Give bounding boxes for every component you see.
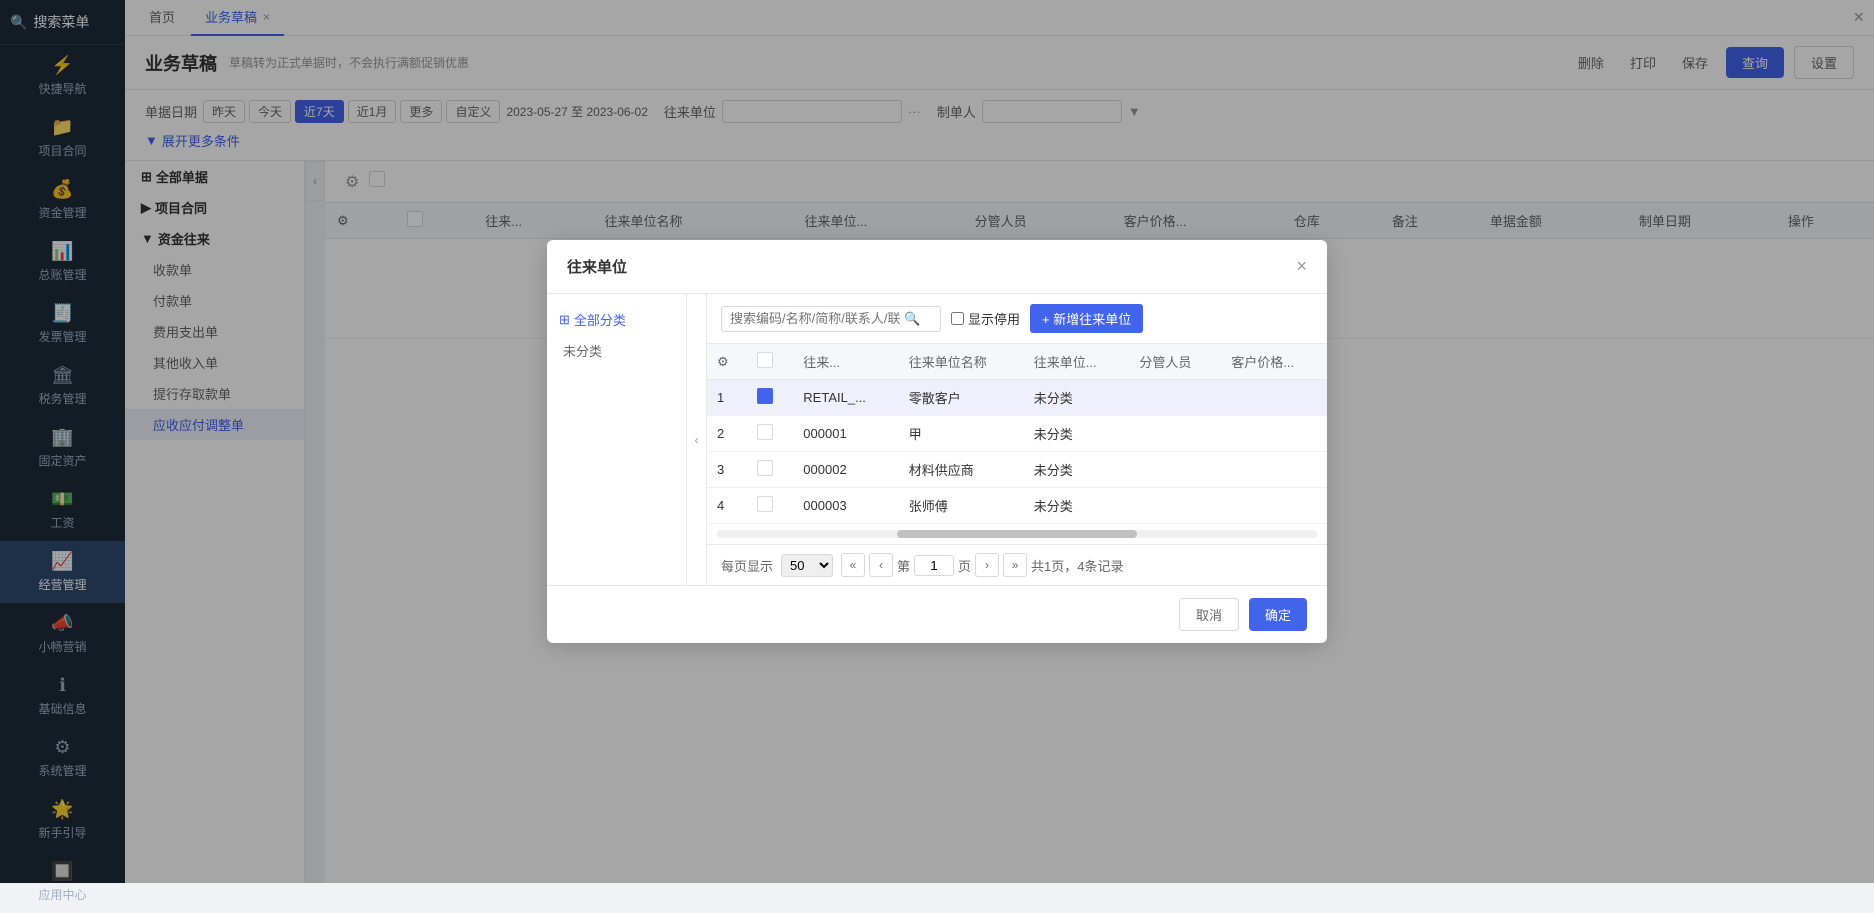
- dialog-table-row-3[interactable]: 3 000002 材料供应商 未分类: [707, 452, 1327, 488]
- dialog-table: ⚙ 往来... 往来单位名称 往来单位... 分管人员 客户价格...: [707, 344, 1327, 524]
- dialog-col-price[interactable]: 客户价格...: [1221, 344, 1327, 380]
- row1-code: RETAIL_...: [793, 380, 898, 416]
- row1-num: 1: [707, 380, 747, 416]
- row4-code: 000003: [793, 488, 898, 524]
- confirm-button[interactable]: 确定: [1249, 598, 1307, 631]
- row1-name: 零散客户: [899, 380, 1024, 416]
- dialog: 往来单位 × ⊞ 全部分类 未分类 ‹: [547, 240, 1327, 643]
- page-last[interactable]: »: [1003, 553, 1027, 577]
- sidebar-item-label: 应用中心: [38, 886, 86, 903]
- page-unit: 页: [958, 556, 971, 575]
- pagination: « ‹ 第 页 › » 共1页，4条记录: [841, 553, 1124, 577]
- dialog-sidebar-all-label: 全部分类: [574, 310, 626, 329]
- grid-icon-dialog: ⊞: [559, 312, 570, 328]
- row3-name: 材料供应商: [899, 452, 1024, 488]
- row3-manager: [1129, 452, 1221, 488]
- dialog-col-check: [747, 344, 793, 380]
- row1-manager: [1129, 380, 1221, 416]
- row3-num: 3: [707, 452, 747, 488]
- row1-category: 未分类: [1024, 380, 1130, 416]
- row4-price: [1221, 488, 1327, 524]
- per-page-select[interactable]: 50 100: [781, 554, 833, 577]
- show-disabled-label: 显示停用: [951, 309, 1020, 328]
- row3-price: [1221, 452, 1327, 488]
- row1-price: [1221, 380, 1327, 416]
- dialog-close-button[interactable]: ×: [1296, 256, 1307, 277]
- dialog-col-manager[interactable]: 分管人员: [1129, 344, 1221, 380]
- new-counterpart-button[interactable]: + 新增往来单位: [1030, 304, 1143, 333]
- row2-check[interactable]: [747, 416, 793, 452]
- row4-manager: [1129, 488, 1221, 524]
- dialog-sidebar-unclassified[interactable]: 未分类: [547, 335, 686, 366]
- dialog-content: 🔍 显示停用 + 新增往来单位 ⚙: [707, 294, 1327, 585]
- scrollbar-thumb: [897, 530, 1137, 538]
- row2-category: 未分类: [1024, 416, 1130, 452]
- dialog-col-settings: ⚙: [707, 344, 747, 380]
- row2-num: 2: [707, 416, 747, 452]
- row4-check[interactable]: [747, 488, 793, 524]
- dialog-title: 往来单位: [567, 256, 627, 277]
- dialog-col-name[interactable]: 往来单位名称: [899, 344, 1024, 380]
- row2-name: 甲: [899, 416, 1024, 452]
- page-prev[interactable]: ‹: [869, 553, 893, 577]
- dialog-sidebar-all[interactable]: ⊞ 全部分类: [547, 304, 686, 335]
- cancel-button[interactable]: 取消: [1179, 598, 1239, 631]
- dialog-table-container: ⚙ 往来... 往来单位名称 往来单位... 分管人员 客户价格...: [707, 344, 1327, 524]
- row4-category: 未分类: [1024, 488, 1130, 524]
- row1-check[interactable]: [747, 380, 793, 416]
- dialog-search-box: 🔍: [721, 306, 941, 332]
- page-word: 第: [897, 556, 910, 575]
- page-total: 共1页，4条记录: [1031, 556, 1123, 575]
- row4-num: 4: [707, 488, 747, 524]
- row3-check[interactable]: [747, 452, 793, 488]
- row2-manager: [1129, 416, 1221, 452]
- dialog-col-category[interactable]: 往来单位...: [1024, 344, 1130, 380]
- per-page-label: 每页显示: [721, 556, 773, 575]
- show-disabled-checkbox[interactable]: [951, 312, 964, 325]
- dialog-body: ⊞ 全部分类 未分类 ‹ 🔍 显示停用: [547, 294, 1327, 585]
- row3-category: 未分类: [1024, 452, 1130, 488]
- page-next[interactable]: ›: [975, 553, 999, 577]
- dialog-overlay: 往来单位 × ⊞ 全部分类 未分类 ‹: [0, 0, 1874, 883]
- row2-code: 000001: [793, 416, 898, 452]
- dialog-sidebar-collapse[interactable]: ‹: [687, 294, 707, 585]
- row3-code: 000002: [793, 452, 898, 488]
- dialog-footer-bar: 每页显示 50 100 « ‹ 第 页 › » 共1页，4条记录: [707, 544, 1327, 585]
- dialog-table-row-1[interactable]: 1 RETAIL_... 零散客户 未分类: [707, 380, 1327, 416]
- dialog-header: 往来单位 ×: [547, 240, 1327, 294]
- dialog-scrollbar[interactable]: [717, 530, 1317, 538]
- dialog-table-row-2[interactable]: 2 000001 甲 未分类: [707, 416, 1327, 452]
- row2-price: [1221, 416, 1327, 452]
- dialog-toolbar: 🔍 显示停用 + 新增往来单位: [707, 294, 1327, 344]
- dialog-sidebar-wrapper: ⊞ 全部分类 未分类 ‹: [547, 294, 707, 585]
- dialog-table-row-4[interactable]: 4 000003 张师傅 未分类: [707, 488, 1327, 524]
- dialog-actions: 取消 确定: [547, 585, 1327, 643]
- page-input[interactable]: [914, 555, 954, 576]
- dialog-search-input[interactable]: [730, 311, 900, 326]
- dialog-col-code[interactable]: 往来...: [793, 344, 898, 380]
- search-icon-dialog: 🔍: [904, 311, 920, 327]
- dialog-sidebar: ⊞ 全部分类 未分类: [547, 294, 687, 585]
- row4-name: 张师傅: [899, 488, 1024, 524]
- page-first[interactable]: «: [841, 553, 865, 577]
